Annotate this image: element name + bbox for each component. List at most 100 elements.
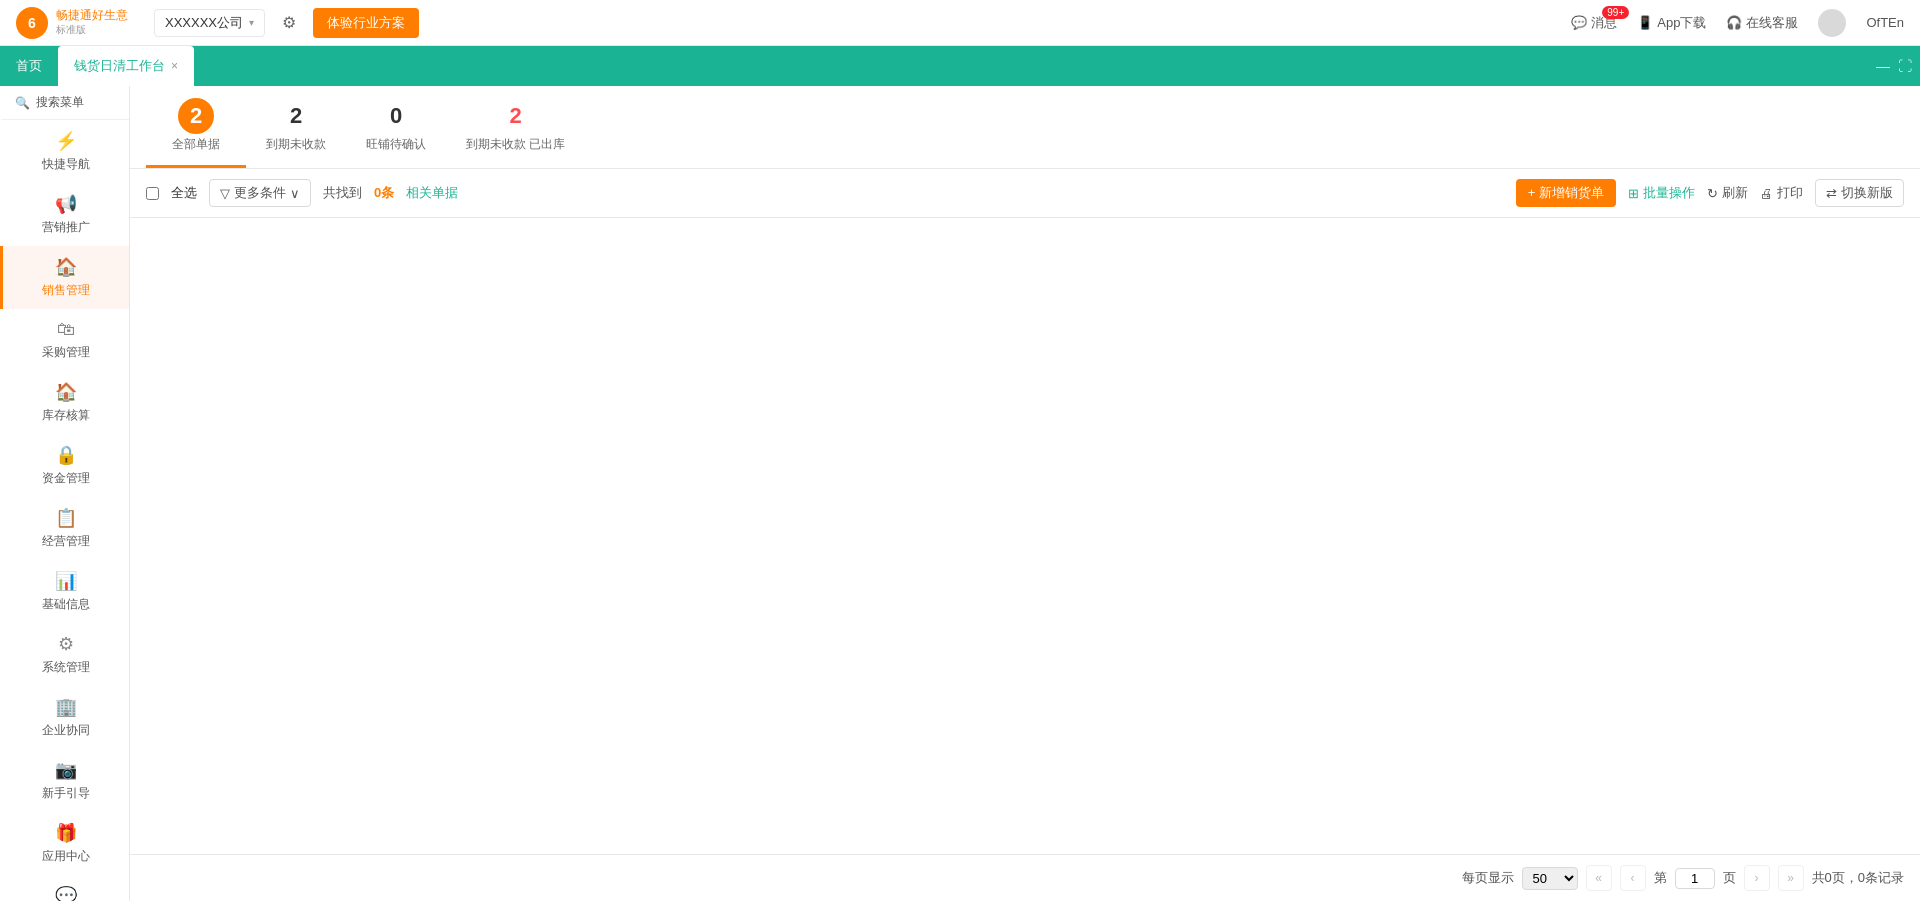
sidebar-item-system[interactable]: ⚙ 系统管理 [0, 623, 129, 686]
batch-operations-button[interactable]: ⊞ 批量操作 [1628, 184, 1695, 202]
stat-tab-pending[interactable]: 0 旺铺待确认 [346, 86, 446, 168]
per-page-select[interactable]: 50 10 20 100 [1522, 867, 1578, 890]
tab-work-label: 钱货日清工作台 [74, 57, 165, 75]
switch-version-button[interactable]: ⇄ 切换新版 [1815, 179, 1904, 207]
tab-expand-btns: — ⛶ [1876, 58, 1920, 74]
sidebar-item-enterprise[interactable]: 🏢 企业协同 [0, 686, 129, 749]
print-label: 打印 [1777, 184, 1803, 202]
sidebar-item-inventory[interactable]: 🏠 库存核算 [0, 371, 129, 434]
stat-count-all: 2 [178, 98, 214, 134]
found-prefix: 共找到 [323, 184, 362, 202]
avatar-name: OfTEn [1866, 15, 1904, 30]
sidebar-item-marketing[interactable]: 📢 营销推广 [0, 183, 129, 246]
guide-icon: 📷 [55, 759, 77, 781]
stat-count-pending: 0 [378, 98, 414, 134]
first-page-button[interactable]: « [1586, 865, 1612, 891]
print-button[interactable]: 🖨 打印 [1760, 184, 1803, 202]
stat-label-pending: 旺铺待确认 [366, 136, 426, 153]
prev-page-button[interactable]: ‹ [1620, 865, 1646, 891]
stat-label-overdue: 到期未收款 [266, 136, 326, 153]
enterprise-icon: 🏢 [55, 696, 77, 718]
filter-label: 更多条件 [234, 184, 286, 202]
company-name: XXXXXX公司 [165, 14, 243, 32]
found-count: 0条 [374, 184, 394, 202]
batch-label: 批量操作 [1643, 184, 1695, 202]
sidebar-item-label: 采购管理 [42, 344, 90, 361]
sidebar-item-finance[interactable]: 🔒 资金管理 [0, 434, 129, 497]
next-page-button[interactable]: › [1744, 865, 1770, 891]
current-page-input[interactable] [1675, 868, 1715, 889]
add-sales-button[interactable]: + 新增销货单 [1516, 179, 1616, 207]
sidebar-item-wechat[interactable]: 💬 企业微信 [0, 875, 129, 901]
filter-icon: ▽ [220, 186, 230, 201]
related-records-link[interactable]: 相关单据 [406, 184, 458, 202]
online-service-button[interactable]: 🎧 在线客服 [1726, 14, 1798, 32]
stat-tab-overdue[interactable]: 2 到期未收款 [246, 86, 346, 168]
app-download-button[interactable]: 📱 App下载 [1637, 14, 1706, 32]
app-version: 标准版 [56, 23, 128, 37]
tab-home-label: 首页 [16, 57, 42, 75]
header-right: 💬 消息 99+ 📱 App下载 🎧 在线客服 OfTEn [1571, 9, 1904, 37]
quick-nav-icon: ⚡ [55, 130, 77, 152]
sidebar-item-label: 新手引导 [42, 785, 90, 802]
trial-button[interactable]: 体验行业方案 [313, 8, 419, 38]
select-all-checkbox[interactable] [146, 187, 159, 200]
select-all-label: 全选 [171, 184, 197, 202]
sidebar-search[interactable]: 🔍 搜索菜单 [0, 86, 129, 120]
stat-tab-all[interactable]: 2 全部单据 [146, 86, 246, 168]
per-page-label: 每页显示 [1462, 869, 1514, 887]
refresh-label: 刷新 [1722, 184, 1748, 202]
tab-bar: 首页 钱货日清工作台 × — ⛶ [0, 46, 1920, 86]
marketing-icon: 📢 [55, 193, 77, 215]
sidebar-item-label: 经营管理 [42, 533, 90, 550]
filter-button[interactable]: ▽ 更多条件 ∨ [209, 179, 311, 207]
finance-icon: 🔒 [55, 444, 77, 466]
tab-minimize-icon[interactable]: — [1876, 58, 1890, 74]
pagination-bar: 每页显示 50 10 20 100 « ‹ 第 页 › » 共0页，0条记录 [130, 854, 1920, 901]
main-layout: 🔍 搜索菜单 ⚡ 快捷导航 📢 营销推广 🏠 销售管理 🛍 采购管理 🏠 库存核… [0, 86, 1920, 901]
sidebar-item-label: 企业协同 [42, 722, 90, 739]
print-icon: 🖨 [1760, 186, 1773, 201]
refresh-button[interactable]: ↻ 刷新 [1707, 184, 1748, 202]
sidebar-item-basic-info[interactable]: 📊 基础信息 [0, 560, 129, 623]
sidebar-item-purchase[interactable]: 🛍 采购管理 [0, 309, 129, 371]
system-icon: ⚙ [58, 633, 74, 655]
sidebar-item-label: 销售管理 [42, 282, 90, 299]
app-center-icon: 🎁 [55, 822, 77, 844]
chevron-filter-icon: ∨ [290, 186, 300, 201]
purchase-icon: 🛍 [57, 319, 75, 340]
tab-maximize-icon[interactable]: ⛶ [1898, 58, 1912, 74]
stat-count-unship: 2 [498, 98, 534, 134]
stat-count-overdue: 2 [278, 98, 314, 134]
toolbar: 全选 ▽ 更多条件 ∨ 共找到 0条 相关单据 + 新增销货单 ⊞ 批量操作 ↻… [130, 169, 1920, 218]
sidebar-item-label: 快捷导航 [42, 156, 90, 173]
avatar[interactable] [1818, 9, 1846, 37]
tab-close-icon[interactable]: × [171, 59, 178, 73]
tab-work[interactable]: 钱货日清工作台 × [58, 46, 194, 86]
sidebar-item-app-center[interactable]: 🎁 应用中心 [0, 812, 129, 875]
company-selector[interactable]: XXXXXX公司 ▾ [154, 9, 265, 37]
sidebar-item-label: 库存核算 [42, 407, 90, 424]
settings-button[interactable]: ⚙ [273, 7, 305, 39]
sidebar-item-label: 营销推广 [42, 219, 90, 236]
inventory-icon: 🏠 [55, 381, 77, 403]
message-badge: 99+ [1602, 6, 1629, 19]
tab-home[interactable]: 首页 [0, 46, 58, 86]
switch-label: 切换新版 [1841, 184, 1893, 202]
message-button[interactable]: 💬 消息 99+ [1571, 14, 1617, 32]
stat-tab-unship[interactable]: 2 到期未收款 已出库 [446, 86, 585, 168]
sidebar-item-guide[interactable]: 📷 新手引导 [0, 749, 129, 812]
basic-info-icon: 📊 [55, 570, 77, 592]
sidebar-item-label: 基础信息 [42, 596, 90, 613]
sidebar-item-quick-nav[interactable]: ⚡ 快捷导航 [0, 120, 129, 183]
toolbar-right: + 新增销货单 ⊞ 批量操作 ↻ 刷新 🖨 打印 ⇄ 切换新版 [1516, 179, 1904, 207]
chevron-down-icon: ▾ [249, 17, 254, 28]
page-suffix: 页 [1723, 869, 1736, 887]
top-header: 6 畅捷通好生意 标准版 XXXXXX公司 ▾ ⚙ 体验行业方案 💬 消息 99… [0, 0, 1920, 46]
last-page-button[interactable]: » [1778, 865, 1804, 891]
sidebar-item-sales[interactable]: 🏠 销售管理 [0, 246, 129, 309]
message-icon: 💬 [1571, 15, 1587, 30]
app-name: 畅捷通好生意 [56, 8, 128, 24]
operation-icon: 📋 [55, 507, 77, 529]
sidebar-item-operation[interactable]: 📋 经营管理 [0, 497, 129, 560]
